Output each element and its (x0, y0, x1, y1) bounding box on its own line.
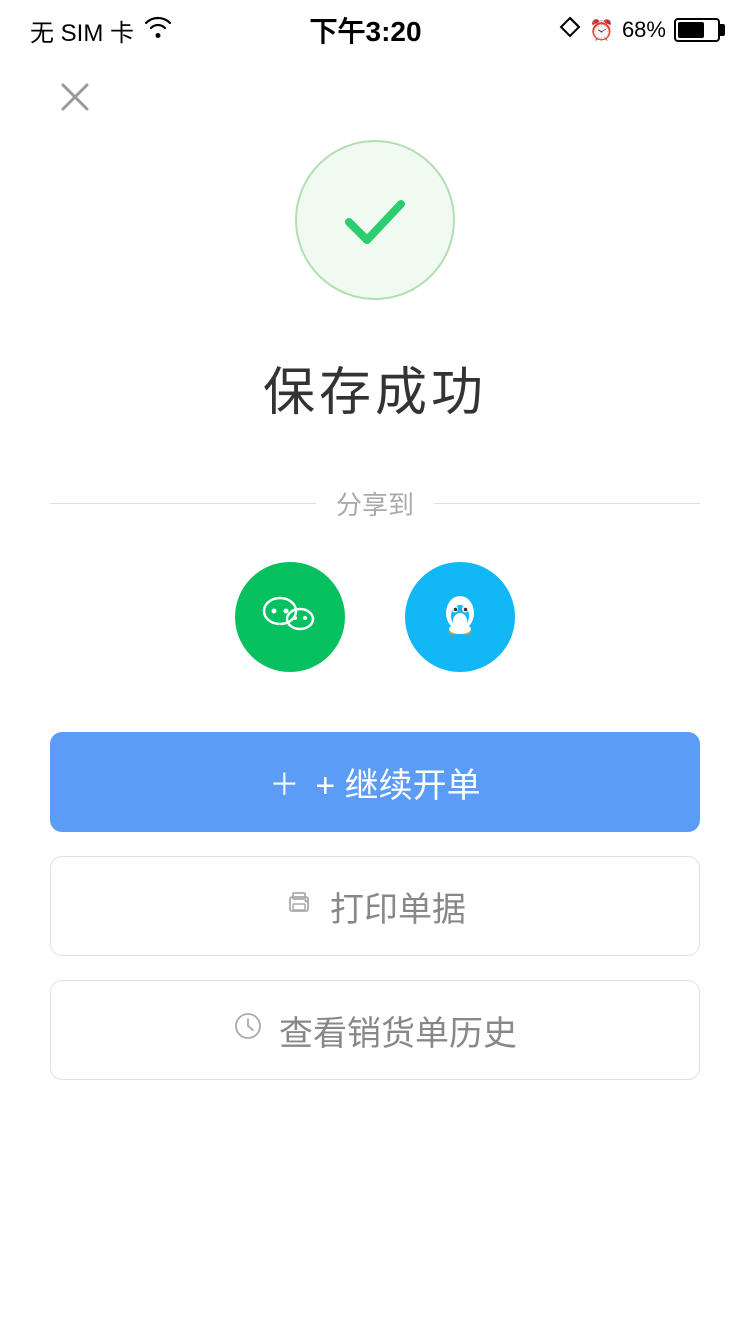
close-icon (59, 81, 91, 113)
battery-percent: 68% (622, 17, 666, 43)
qq-icon (428, 585, 492, 649)
divider-left (50, 503, 316, 504)
status-time: 下午3:20 (310, 10, 422, 50)
share-label: 分享到 (316, 485, 434, 522)
battery-icon (674, 18, 720, 42)
qq-share-button[interactable] (405, 562, 515, 672)
checkmark-icon (335, 180, 415, 260)
wechat-icon (258, 585, 322, 649)
main-content: 保存成功 分享到 (0, 60, 750, 1080)
status-bar: 无 SIM 卡 下午3:20 ⏰ 68% (0, 0, 750, 60)
status-left: 无 SIM 卡 (30, 13, 172, 48)
share-divider-row: 分享到 (0, 485, 750, 522)
print-button[interactable]: 打印单据 (50, 856, 700, 956)
clock-icon (233, 1011, 263, 1049)
action-buttons: ＋ + 继续开单 打印单据 (0, 732, 750, 1080)
print-label: 打印单据 (330, 882, 466, 931)
plus-icon: ＋ (269, 760, 299, 804)
divider-right (434, 503, 700, 504)
continue-button[interactable]: ＋ + 继续开单 (50, 732, 700, 832)
location-icon (559, 16, 581, 44)
success-circle (295, 140, 455, 300)
share-section: 分享到 (0, 485, 750, 672)
continue-label: + 继续开单 (315, 758, 480, 807)
history-label: 查看销货单历史 (279, 1006, 517, 1055)
wifi-icon (144, 16, 172, 45)
alarm-icon: ⏰ (589, 18, 614, 43)
close-button[interactable] (50, 72, 100, 122)
history-button[interactable]: 查看销货单历史 (50, 980, 700, 1080)
success-title: 保存成功 (263, 350, 487, 425)
wechat-share-button[interactable] (235, 562, 345, 672)
share-icons-row (235, 562, 515, 672)
carrier-text: 无 SIM 卡 (30, 13, 134, 48)
status-right: ⏰ 68% (559, 16, 720, 44)
printer-icon (284, 887, 314, 925)
